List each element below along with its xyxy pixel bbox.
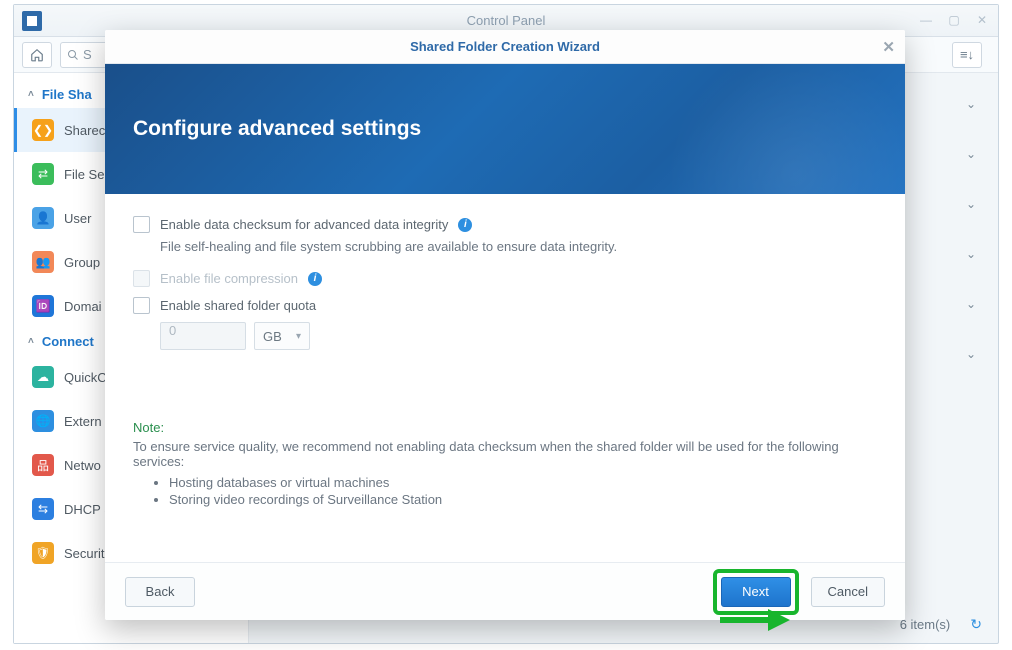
search-placeholder: S <box>83 47 92 62</box>
note-bullet: Storing video recordings of Surveillance… <box>169 492 877 507</box>
dhcp-icon: ⇆ <box>32 498 54 520</box>
window-title: Control Panel <box>467 13 546 28</box>
dialog-titlebar: Shared Folder Creation Wizard ✕ <box>105 30 905 64</box>
refresh-button[interactable]: ↻ <box>970 616 982 633</box>
compression-label: Enable file compression <box>160 271 298 286</box>
shared-folder-wizard-dialog: Shared Folder Creation Wizard ✕ Configur… <box>105 30 905 620</box>
note-bullet: Hosting databases or virtual machines <box>169 475 877 490</box>
network-icon: 品 <box>32 454 54 476</box>
minimize-button[interactable]: — <box>916 11 936 29</box>
chevron-down-icon[interactable]: ⌄ <box>966 97 976 111</box>
dialog-title: Shared Folder Creation Wizard <box>410 39 600 54</box>
sort-button[interactable]: ≡↓ <box>952 42 982 68</box>
dialog-body: Enable data checksum for advanced data i… <box>105 194 905 562</box>
close-dialog-button[interactable]: ✕ <box>882 38 895 56</box>
chevron-down-icon[interactable]: ⌄ <box>966 147 976 161</box>
option-checksum[interactable]: Enable data checksum for advanced data i… <box>133 216 877 233</box>
chevron-up-icon: ˄ <box>28 89 34 100</box>
next-button-highlight: Next <box>713 569 799 615</box>
cloud-icon: ☁ <box>32 366 54 388</box>
file-services-icon: ⇄ <box>32 163 54 185</box>
checksum-label: Enable data checksum for advanced data i… <box>160 217 448 232</box>
quota-label: Enable shared folder quota <box>160 298 316 313</box>
chevron-down-icon[interactable]: ⌄ <box>966 347 976 361</box>
close-window-button[interactable]: ✕ <box>972 11 992 29</box>
dialog-hero: Configure advanced settings <box>105 64 905 194</box>
maximize-button[interactable]: ▢ <box>944 11 964 29</box>
chevron-down-icon: ▾ <box>296 331 301 342</box>
next-button[interactable]: Next <box>721 577 791 607</box>
note-block: Note: To ensure service quality, we reco… <box>133 420 877 507</box>
back-button[interactable]: Back <box>125 577 195 607</box>
dialog-footer: Back Next Cancel <box>105 562 905 620</box>
checksum-checkbox[interactable] <box>133 216 150 233</box>
app-icon <box>22 11 42 31</box>
quota-checkbox[interactable] <box>133 297 150 314</box>
chevron-up-icon: ˄ <box>28 336 34 347</box>
chevron-down-icon[interactable]: ⌄ <box>966 197 976 211</box>
shared-folder-icon: ❮❯ <box>32 119 54 141</box>
dialog-heading: Configure advanced settings <box>133 117 421 141</box>
compression-checkbox <box>133 270 150 287</box>
domain-icon: 🆔 <box>32 295 54 317</box>
group-icon: 👥 <box>32 251 54 273</box>
cancel-button[interactable]: Cancel <box>811 577 885 607</box>
chevron-down-icon[interactable]: ⌄ <box>966 247 976 261</box>
chevron-down-icon[interactable]: ⌄ <box>966 297 976 311</box>
quota-unit-select[interactable]: GB ▾ <box>254 322 310 350</box>
user-icon: 👤 <box>32 207 54 229</box>
info-icon[interactable]: i <box>458 218 472 232</box>
home-button[interactable] <box>22 42 52 68</box>
item-count: 6 item(s) <box>900 617 951 632</box>
option-quota[interactable]: Enable shared folder quota <box>133 297 877 314</box>
row-chevrons: ⌄ ⌄ ⌄ ⌄ ⌄ ⌄ <box>966 97 976 361</box>
shield-icon: 🛡 <box>32 542 54 564</box>
checksum-description: File self-healing and file system scrubb… <box>160 239 877 254</box>
note-heading: Note: <box>133 420 877 435</box>
info-icon[interactable]: i <box>308 272 322 286</box>
option-compression: Enable file compression i <box>133 270 877 287</box>
note-intro: To ensure service quality, we recommend … <box>133 439 877 469</box>
globe-icon: 🌐 <box>32 410 54 432</box>
quota-value-input[interactable]: 0 <box>160 322 246 350</box>
